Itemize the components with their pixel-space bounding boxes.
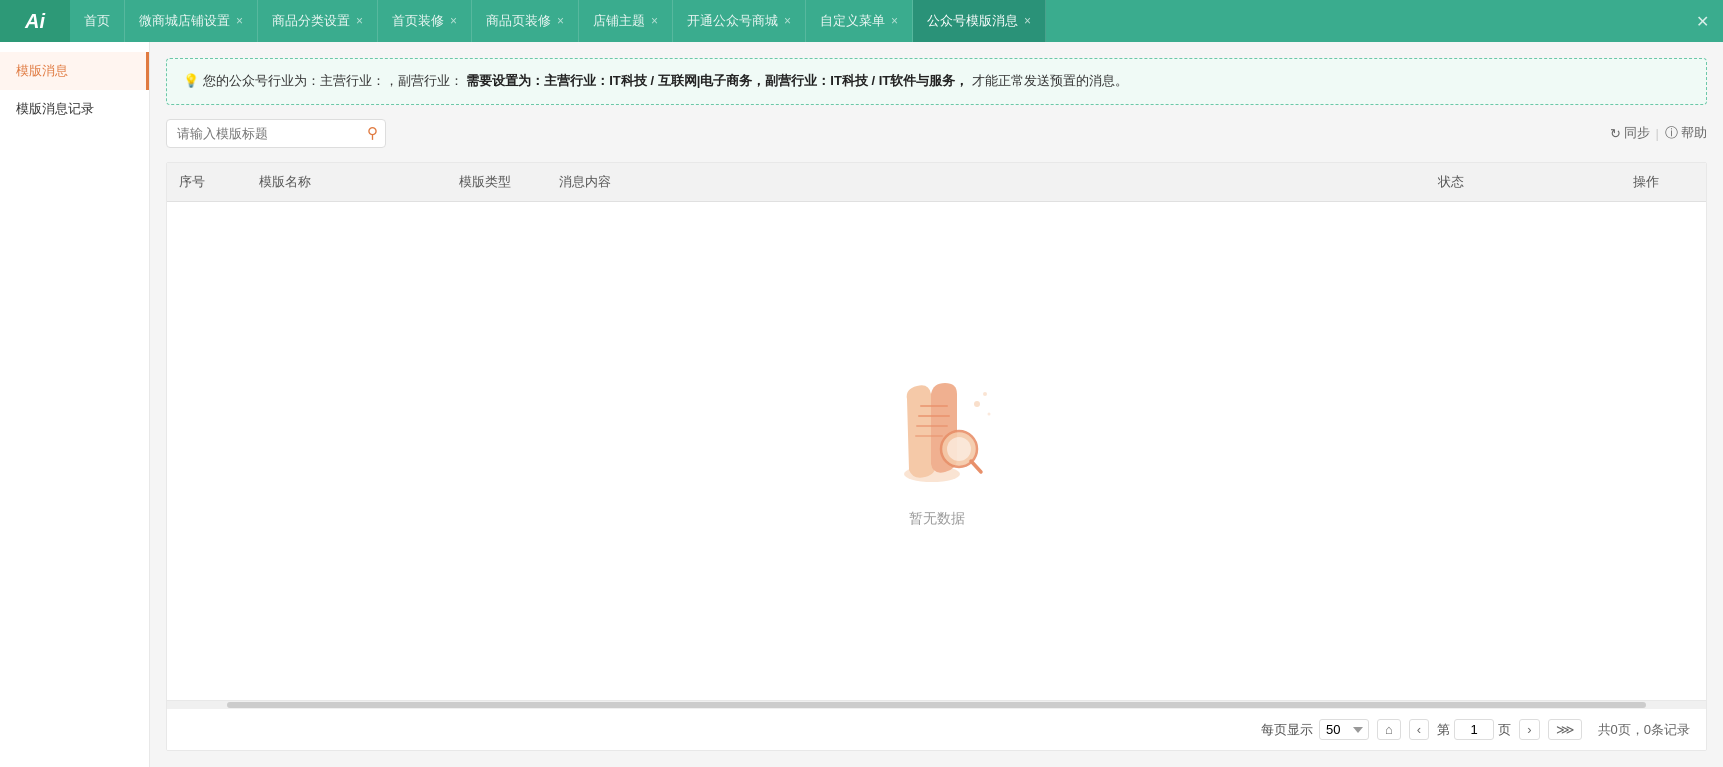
nav-tab-open-mall[interactable]: 开通公众号商城× [673, 0, 806, 42]
sync-button[interactable]: ↻ 同步 [1610, 124, 1650, 142]
sync-icon: ↻ [1610, 126, 1621, 141]
toolbar-right: ↻ 同步 | ⓘ 帮助 [1610, 124, 1707, 142]
content-area: 💡 您的公众号行业为：主营行业：，副营行业： 需要设置为：主营行业：IT科技 /… [150, 42, 1723, 767]
th-action: 操作 [1586, 163, 1706, 201]
empty-icon [877, 374, 997, 494]
notice-icon: 💡 [183, 73, 199, 88]
close-tab-shop-settings[interactable]: × [236, 14, 243, 28]
app-logo-text: Ai [25, 10, 45, 33]
nav-tab-home[interactable]: 首页 [70, 0, 125, 42]
horizontal-scrollbar[interactable] [167, 700, 1706, 708]
sync-label: 同步 [1624, 124, 1650, 142]
search-button[interactable]: ⚲ [367, 124, 378, 142]
sidebar-items-container: 模版消息模版消息记录 [0, 52, 149, 128]
last-page-button[interactable]: ⋙ [1548, 719, 1582, 740]
page-size-label: 每页显示 [1261, 721, 1313, 739]
nav-tab-shop-settings[interactable]: 微商城店铺设置× [125, 0, 258, 42]
nav-tab-product-decor[interactable]: 商品页装修× [472, 0, 579, 42]
empty-state: 暂无数据 [167, 202, 1706, 700]
toolbar-divider: | [1656, 126, 1659, 141]
close-tab-open-mall[interactable]: × [784, 14, 791, 28]
pagination: 每页显示 10 20 50 100 ⌂ ‹ 第 页 › ⋙ 共0 [167, 708, 1706, 750]
th-type: 模版类型 [447, 163, 547, 201]
scrollbar-thumb[interactable] [227, 702, 1646, 708]
svg-line-7 [971, 461, 981, 472]
svg-point-9 [983, 392, 987, 396]
search-input[interactable] [166, 119, 386, 148]
sidebar-item-template-msg-records[interactable]: 模版消息记录 [0, 90, 149, 128]
svg-point-6 [947, 437, 971, 461]
svg-point-10 [987, 412, 990, 415]
current-page-input[interactable] [1454, 719, 1494, 740]
close-tab-shop-theme[interactable]: × [651, 14, 658, 28]
main-layout: 模版消息模版消息记录 💡 您的公众号行业为：主营行业：，副营行业： 需要设置为：… [0, 42, 1723, 767]
help-icon: ⓘ [1665, 124, 1678, 142]
nav-tab-custom-menu[interactable]: 自定义菜单× [806, 0, 913, 42]
close-all-button[interactable]: ✕ [1682, 12, 1723, 31]
table-header: 序号 模版名称 模版类型 消息内容 状态 操作 [167, 163, 1706, 202]
help-label: 帮助 [1681, 124, 1707, 142]
table-wrap: 序号 模版名称 模版类型 消息内容 状态 操作 [166, 162, 1707, 751]
page-input-wrap: 第 页 [1437, 719, 1511, 740]
nav-tab-template-msg[interactable]: 公众号模版消息× [913, 0, 1046, 42]
page-size-wrap: 每页显示 10 20 50 100 [1261, 719, 1369, 740]
th-name: 模版名称 [247, 163, 447, 201]
close-tab-product-decor[interactable]: × [557, 14, 564, 28]
notice-prefix: 您的公众号行业为：主营行业：，副营行业： [203, 73, 463, 88]
current-page-label: 第 [1437, 721, 1450, 739]
help-button[interactable]: ⓘ 帮助 [1665, 124, 1707, 142]
close-tab-category-settings[interactable]: × [356, 14, 363, 28]
notice-suffix: 才能正常发送预置的消息。 [972, 73, 1128, 88]
sidebar: 模版消息模版消息记录 [0, 42, 150, 767]
empty-text: 暂无数据 [909, 510, 965, 528]
close-tab-custom-menu[interactable]: × [891, 14, 898, 28]
notice-highlight: 需要设置为：主营行业：IT科技 / 互联网|电子商务，副营行业：IT科技 / I… [466, 73, 968, 88]
page-unit-label: 页 [1498, 721, 1511, 739]
nav-tabs-container: 首页微商城店铺设置×商品分类设置×首页装修×商品页装修×店铺主题×开通公众号商城… [70, 0, 1682, 42]
search-input-wrap: ⚲ [166, 119, 386, 148]
total-text: 共0页，0条记录 [1598, 721, 1690, 739]
nav-tab-home-decor[interactable]: 首页装修× [378, 0, 472, 42]
svg-point-8 [974, 401, 980, 407]
th-status: 状态 [1426, 163, 1586, 201]
nav-tab-category-settings[interactable]: 商品分类设置× [258, 0, 378, 42]
prev-page-button[interactable]: ‹ [1409, 719, 1429, 740]
close-tab-home-decor[interactable]: × [450, 14, 457, 28]
notice-box: 💡 您的公众号行业为：主营行业：，副营行业： 需要设置为：主营行业：IT科技 /… [166, 58, 1707, 105]
page-size-select[interactable]: 10 20 50 100 [1319, 719, 1369, 740]
sidebar-item-template-msg[interactable]: 模版消息 [0, 52, 149, 90]
th-seq: 序号 [167, 163, 247, 201]
top-nav: Ai 首页微商城店铺设置×商品分类设置×首页装修×商品页装修×店铺主题×开通公众… [0, 0, 1723, 42]
search-bar: ⚲ ↻ 同步 | ⓘ 帮助 [166, 119, 1707, 148]
app-logo: Ai [0, 0, 70, 42]
nav-tab-shop-theme[interactable]: 店铺主题× [579, 0, 673, 42]
close-tab-template-msg[interactable]: × [1024, 14, 1031, 28]
th-content: 消息内容 [547, 163, 1426, 201]
first-page-button[interactable]: ⌂ [1377, 719, 1401, 740]
next-page-button[interactable]: › [1519, 719, 1539, 740]
